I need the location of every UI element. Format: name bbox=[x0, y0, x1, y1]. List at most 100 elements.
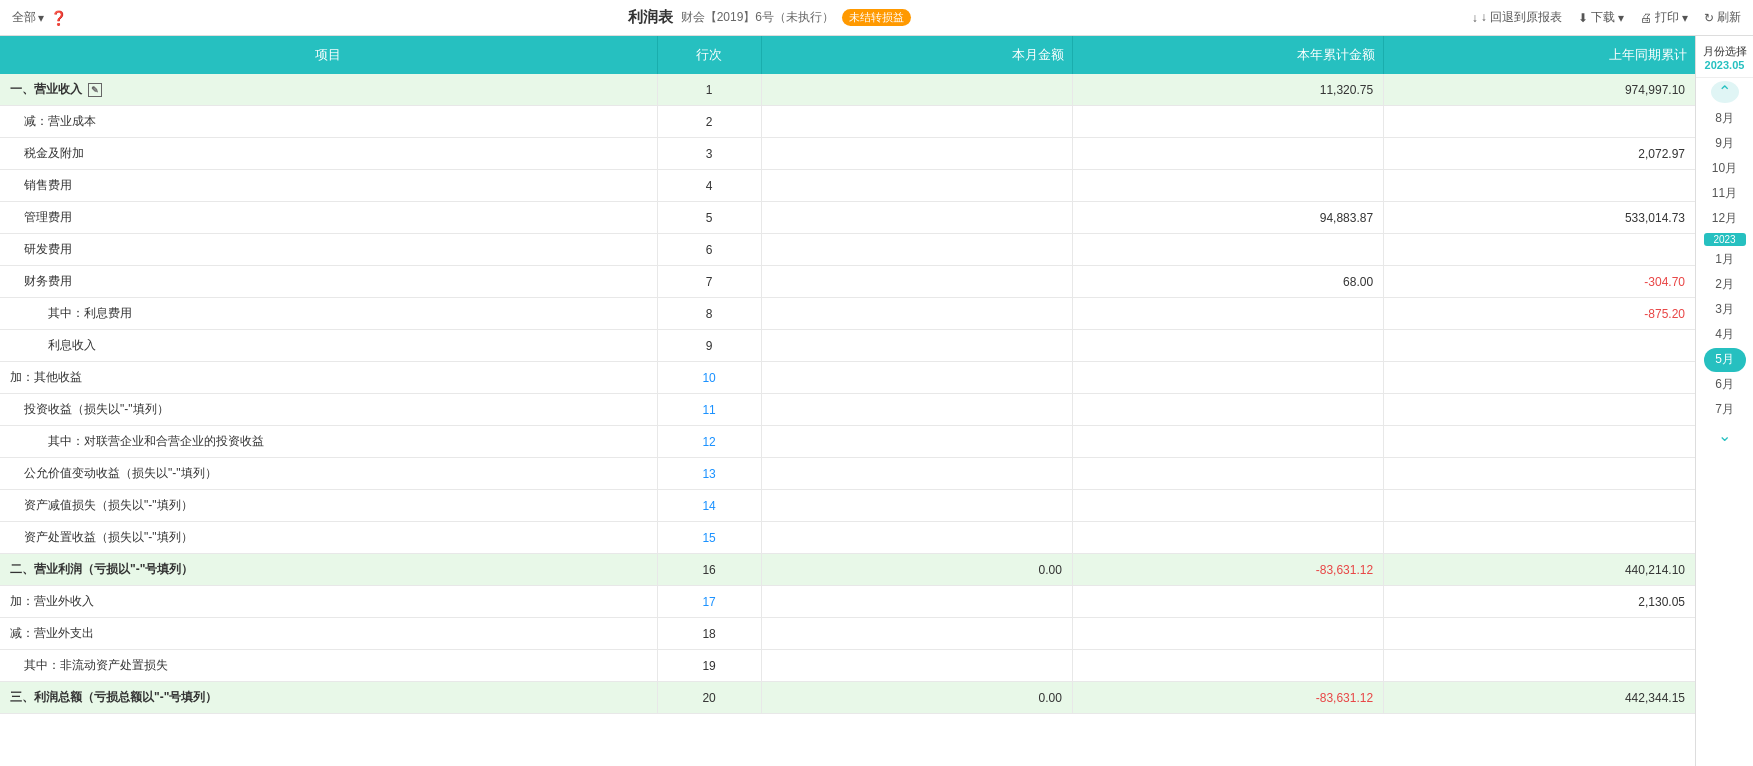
cell-prev bbox=[1384, 362, 1695, 394]
sidebar-scroll-up[interactable]: ⌃ bbox=[1711, 81, 1739, 103]
main-content: 项目 行次 本月金额 本年累计金额 上年同期累计 一、营业收入✎111,320.… bbox=[0, 36, 1753, 766]
cell-month bbox=[761, 170, 1072, 202]
cell-year: -83,631.12 bbox=[1072, 554, 1383, 586]
cell-year bbox=[1072, 490, 1383, 522]
cell-item: 三、利润总额（亏损总额以"-"号填列） bbox=[0, 682, 657, 714]
title-area: 利润表 财会【2019】6号（未执行） 未结转损益 bbox=[628, 8, 911, 27]
cell-row-num: 4 bbox=[657, 170, 761, 202]
cell-year: 94,883.87 bbox=[1072, 202, 1383, 234]
dropdown-icon: ▾ bbox=[38, 11, 44, 25]
cell-row-num: 15 bbox=[657, 522, 761, 554]
help-icon[interactable]: ❓ bbox=[50, 10, 67, 26]
month-item[interactable]: 3月 bbox=[1704, 298, 1746, 322]
download-icon: ⬇ bbox=[1578, 11, 1588, 25]
cell-row-num: 17 bbox=[657, 586, 761, 618]
month-item[interactable]: 8月 bbox=[1704, 107, 1746, 131]
header-row-num: 行次 bbox=[657, 36, 761, 74]
cell-year bbox=[1072, 234, 1383, 266]
table-row: 管理费用594,883.87533,014.73 bbox=[0, 202, 1695, 234]
table-row: 资产减值损失（损失以"-"填列）14 bbox=[0, 490, 1695, 522]
cell-row-num: 7 bbox=[657, 266, 761, 298]
table-row: 加：其他收益10 bbox=[0, 362, 1695, 394]
cell-year bbox=[1072, 330, 1383, 362]
cell-row-num: 6 bbox=[657, 234, 761, 266]
print-dropdown-icon: ▾ bbox=[1682, 11, 1688, 25]
cell-row-num: 16 bbox=[657, 554, 761, 586]
cell-prev: -875.20 bbox=[1384, 298, 1695, 330]
cell-month bbox=[761, 458, 1072, 490]
month-item[interactable]: 7月 bbox=[1704, 398, 1746, 422]
table-row: 减：营业外支出18 bbox=[0, 618, 1695, 650]
table-row: 公允价值变动收益（损失以"-"填列）13 bbox=[0, 458, 1695, 490]
cell-month bbox=[761, 586, 1072, 618]
cell-item: 其中：非流动资产处置损失 bbox=[0, 650, 657, 682]
cell-year bbox=[1072, 138, 1383, 170]
cell-month bbox=[761, 394, 1072, 426]
print-button[interactable]: 🖨 打印 ▾ bbox=[1640, 9, 1688, 26]
back-icon: ↓ bbox=[1472, 11, 1478, 25]
cell-row-num: 2 bbox=[657, 106, 761, 138]
cell-prev bbox=[1384, 458, 1695, 490]
cell-row-num: 5 bbox=[657, 202, 761, 234]
top-bar: 全部 ▾ ❓ 利润表 财会【2019】6号（未执行） 未结转损益 ↓ ↓ 回退到… bbox=[0, 0, 1753, 36]
edit-icon[interactable]: ✎ bbox=[88, 83, 102, 97]
table-row: 财务费用768.00-304.70 bbox=[0, 266, 1695, 298]
table-row: 其中：对联营企业和合营企业的投资收益12 bbox=[0, 426, 1695, 458]
download-button[interactable]: ⬇ 下载 ▾ bbox=[1578, 9, 1624, 26]
header-prev: 上年同期累计 bbox=[1384, 36, 1695, 74]
status-badge: 未结转损益 bbox=[842, 9, 911, 26]
month-item[interactable]: 6月 bbox=[1704, 373, 1746, 397]
page-title: 利润表 bbox=[628, 8, 673, 27]
back-button[interactable]: ↓ ↓ 回退到原报表 bbox=[1472, 9, 1562, 26]
cell-item: 其中：对联营企业和合营企业的投资收益 bbox=[0, 426, 657, 458]
cell-item: 减：营业成本 bbox=[0, 106, 657, 138]
cell-prev bbox=[1384, 618, 1695, 650]
cell-row-num: 20 bbox=[657, 682, 761, 714]
cell-item: 一、营业收入✎ bbox=[0, 74, 657, 106]
month-item[interactable]: 5月 bbox=[1704, 348, 1746, 372]
profit-table: 项目 行次 本月金额 本年累计金额 上年同期累计 一、营业收入✎111,320.… bbox=[0, 36, 1695, 714]
cell-year: 11,320.75 bbox=[1072, 74, 1383, 106]
cell-item: 公允价值变动收益（损失以"-"填列） bbox=[0, 458, 657, 490]
cell-year bbox=[1072, 170, 1383, 202]
month-item[interactable]: 12月 bbox=[1704, 207, 1746, 231]
refresh-button[interactable]: ↻ 刷新 bbox=[1704, 9, 1741, 26]
refresh-icon: ↻ bbox=[1704, 11, 1714, 25]
month-item[interactable]: 11月 bbox=[1704, 182, 1746, 206]
cell-month: 0.00 bbox=[761, 554, 1072, 586]
month-item[interactable]: 4月 bbox=[1704, 323, 1746, 347]
cell-row-num: 9 bbox=[657, 330, 761, 362]
cell-row-num: 13 bbox=[657, 458, 761, 490]
table-row: 研发费用6 bbox=[0, 234, 1695, 266]
cell-month bbox=[761, 298, 1072, 330]
year-badge: 2023 bbox=[1704, 233, 1746, 246]
cell-item: 加：营业外收入 bbox=[0, 586, 657, 618]
table-row: 资产处置收益（损失以"-"填列）15 bbox=[0, 522, 1695, 554]
cell-prev bbox=[1384, 426, 1695, 458]
cell-prev bbox=[1384, 490, 1695, 522]
cell-month bbox=[761, 74, 1072, 106]
cell-prev: 2,072.97 bbox=[1384, 138, 1695, 170]
table-header-row: 项目 行次 本月金额 本年累计金额 上年同期累计 bbox=[0, 36, 1695, 74]
cell-year bbox=[1072, 426, 1383, 458]
cell-prev: 974,997.10 bbox=[1384, 74, 1695, 106]
table-area: 项目 行次 本月金额 本年累计金额 上年同期累计 一、营业收入✎111,320.… bbox=[0, 36, 1695, 766]
cell-month bbox=[761, 234, 1072, 266]
header-month: 本月金额 bbox=[761, 36, 1072, 74]
month-item[interactable]: 10月 bbox=[1704, 157, 1746, 181]
month-item[interactable]: 9月 bbox=[1704, 132, 1746, 156]
cell-prev bbox=[1384, 170, 1695, 202]
month-item[interactable]: 1月 bbox=[1704, 248, 1746, 272]
sidebar-title: 月份选择 2023.05 bbox=[1696, 40, 1753, 78]
sidebar-scroll-down[interactable]: ⌄ bbox=[1718, 426, 1731, 445]
table-row: 销售费用4 bbox=[0, 170, 1695, 202]
cell-row-num: 10 bbox=[657, 362, 761, 394]
cell-prev bbox=[1384, 650, 1695, 682]
cell-month bbox=[761, 362, 1072, 394]
nav-dropdown[interactable]: 全部 ▾ bbox=[12, 9, 44, 26]
table-row: 其中：非流动资产处置损失19 bbox=[0, 650, 1695, 682]
cell-month bbox=[761, 426, 1072, 458]
month-item[interactable]: 2月 bbox=[1704, 273, 1746, 297]
cell-prev bbox=[1384, 394, 1695, 426]
cell-year bbox=[1072, 522, 1383, 554]
